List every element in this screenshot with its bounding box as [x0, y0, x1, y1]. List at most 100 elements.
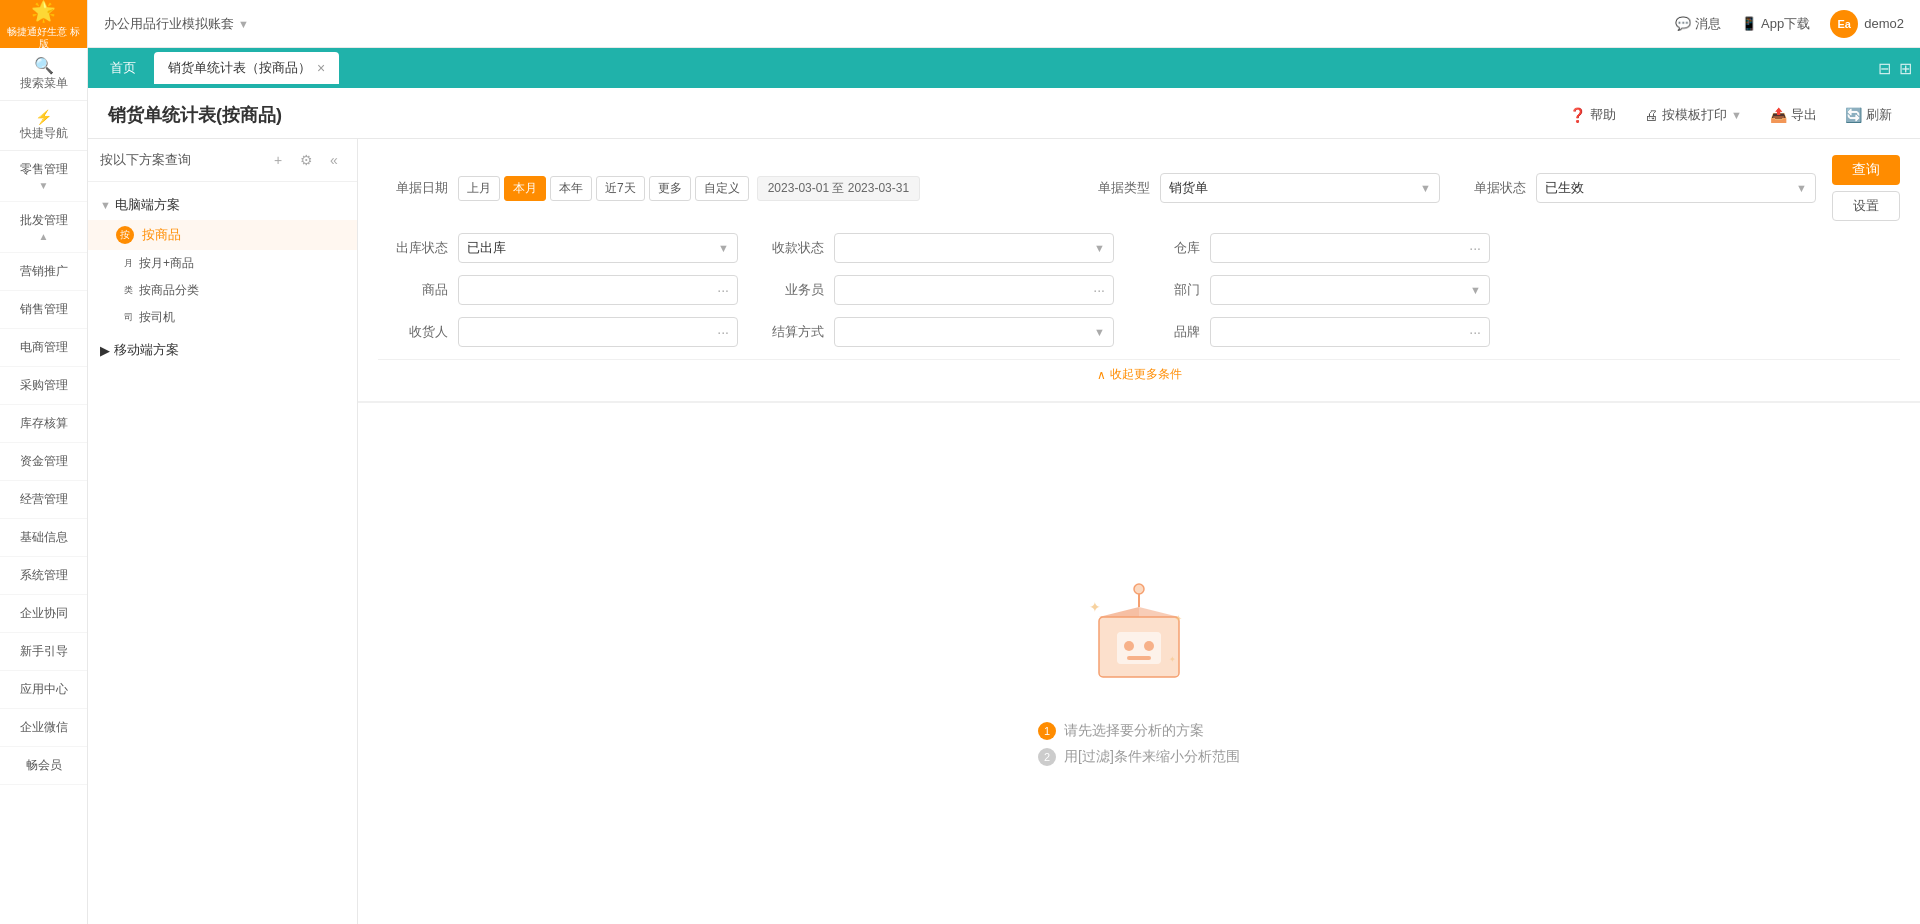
app-logo-text: 畅捷通好生意 标版: [4, 26, 83, 50]
tree-item-by-category[interactable]: 类 按商品分类: [88, 277, 357, 304]
sidebar-item-newbie[interactable]: 新手引导: [0, 633, 87, 671]
user-name: demo2: [1864, 16, 1904, 31]
date-btn-7days[interactable]: 近7天: [596, 176, 645, 201]
sidebar-item-ecommerce[interactable]: 电商管理: [0, 329, 87, 367]
hint1-num: 1: [1038, 722, 1056, 740]
sidebar-quick-nav[interactable]: ⚡ 快捷导航: [0, 101, 87, 151]
message-btn[interactable]: 💬 消息: [1675, 15, 1721, 33]
date-label: 单据日期: [378, 179, 458, 197]
date-btn-this-month[interactable]: 本月: [504, 176, 546, 201]
sidebar-item-purchase[interactable]: 采购管理: [0, 367, 87, 405]
date-btn-more[interactable]: 更多: [649, 176, 691, 201]
mobile-section-arrow-icon: ▶: [100, 343, 110, 358]
dept-select[interactable]: ▼: [1210, 275, 1490, 305]
tabs-bar: 首页 销货单统计表（按商品） × ⊟ ⊞: [88, 48, 1920, 88]
empty-hint-2: 2 用[过滤]条件来缩小分析范围: [1038, 748, 1240, 766]
empty-text: 1 请先选择要分析的方案 2 用[过滤]条件来缩小分析范围: [1038, 722, 1240, 766]
message-label: 消息: [1695, 15, 1721, 33]
user-info[interactable]: Ea demo2: [1830, 10, 1904, 38]
sidebar-item-appcenter[interactable]: 应用中心: [0, 671, 87, 709]
panel-title: 按以下方案查询: [100, 151, 261, 169]
help-btn[interactable]: ❓ 帮助: [1561, 102, 1624, 128]
app-name-text: 办公用品行业模拟账套: [104, 15, 234, 33]
svg-marker-2: [1139, 607, 1179, 617]
top-header-right: 💬 消息 📱 App下载 Ea demo2: [1675, 10, 1904, 38]
svg-marker-1: [1099, 607, 1139, 617]
sidebar-item-finance[interactable]: 资金管理: [0, 443, 87, 481]
sidebar-search[interactable]: 🔍 搜索菜单: [0, 48, 87, 101]
tree-section-pc-header[interactable]: ▼ 电脑端方案: [88, 190, 357, 220]
date-btn-last-month[interactable]: 上月: [458, 176, 500, 201]
by-category-label: 按商品分类: [139, 282, 199, 299]
set-btn[interactable]: 设置: [1832, 191, 1900, 221]
sidebar-item-operations[interactable]: 经营管理: [0, 481, 87, 519]
edit-plan-btn[interactable]: ⚙: [295, 149, 317, 171]
hint1-text: 请先选择要分析的方案: [1064, 722, 1204, 740]
collapse-filter-btn[interactable]: ∧ 收起更多条件: [378, 359, 1900, 389]
date-btn-this-year[interactable]: 本年: [550, 176, 592, 201]
salesperson-input[interactable]: ···: [834, 275, 1114, 305]
sidebar-item-system[interactable]: 系统管理: [0, 557, 87, 595]
by-product-icon: 按: [116, 226, 134, 244]
product-label: 商品: [378, 281, 458, 299]
doc-status-select[interactable]: 已生效 ▼: [1536, 173, 1816, 203]
refresh-btn[interactable]: 🔄 刷新: [1837, 102, 1900, 128]
hint2-num: 2: [1038, 748, 1056, 766]
print-arrow-icon: ▼: [1731, 109, 1742, 121]
filter-row-3: 商品 ··· 业务员 ··· 部门 ▼: [378, 275, 1900, 305]
help-label: 帮助: [1590, 106, 1616, 124]
query-btn[interactable]: 查询: [1832, 155, 1900, 185]
svg-point-5: [1124, 641, 1134, 651]
tabs-bar-right: ⊟ ⊞: [1878, 59, 1912, 78]
add-plan-btn[interactable]: +: [267, 149, 289, 171]
by-category-icon: 类: [124, 284, 133, 297]
sidebar-item-marketing[interactable]: 营销推广: [0, 253, 87, 291]
refresh-label: 刷新: [1866, 106, 1892, 124]
sidebar-item-inventory[interactable]: 库存核算: [0, 405, 87, 443]
by-month-product-icon: 月: [124, 257, 133, 270]
sidebar-item-enterprise[interactable]: 企业协同: [0, 595, 87, 633]
payment-label: 结算方式: [754, 323, 834, 341]
print-btn[interactable]: 🖨 按模板打印 ▼: [1636, 102, 1750, 128]
tab-minimize-icon[interactable]: ⊟: [1878, 59, 1891, 78]
collapse-label: 收起更多条件: [1110, 366, 1182, 383]
tab-home[interactable]: 首页: [96, 52, 150, 84]
export-btn[interactable]: 📤 导出: [1762, 102, 1825, 128]
sidebar-item-member[interactable]: 畅会员: [0, 747, 87, 785]
tree-section-mobile-header[interactable]: ▶ 移动端方案: [88, 335, 357, 365]
tree-item-by-product[interactable]: 按 按商品: [88, 220, 357, 250]
tab-home-label: 首页: [110, 59, 136, 77]
brand-input[interactable]: ···: [1210, 317, 1490, 347]
tree-section-pc: ▼ 电脑端方案 按 按商品 月 按月+商品 类: [88, 190, 357, 331]
svg-point-9: [1134, 584, 1144, 594]
tree-item-by-month-product[interactable]: 月 按月+商品: [88, 250, 357, 277]
tab-expand-icon[interactable]: ⊞: [1899, 59, 1912, 78]
pc-section-label: 电脑端方案: [115, 196, 180, 214]
recipient-input[interactable]: ···: [458, 317, 738, 347]
tab-close-icon[interactable]: ×: [317, 61, 325, 75]
download-icon: 📱: [1741, 16, 1757, 31]
date-range-display: 2023-03-01 至 2023-03-31: [757, 176, 920, 201]
retail-label: 零售管理: [20, 161, 68, 178]
doc-type-select[interactable]: 销货单 ▼: [1160, 173, 1440, 203]
sidebar-item-retail[interactable]: 零售管理 ▼: [0, 151, 87, 202]
by-month-product-label: 按月+商品: [139, 255, 194, 272]
collect-status-select[interactable]: ▼: [834, 233, 1114, 263]
warehouse-input[interactable]: ···: [1210, 233, 1490, 263]
recipient-dots-icon: ···: [717, 324, 729, 340]
collapse-panel-btn[interactable]: «: [323, 149, 345, 171]
sidebar-item-basic[interactable]: 基础信息: [0, 519, 87, 557]
app-download-btn[interactable]: 📱 App下载: [1741, 15, 1810, 33]
product-input[interactable]: ···: [458, 275, 738, 305]
mobile-section-label: 移动端方案: [114, 341, 179, 359]
sidebar-item-sales[interactable]: 销售管理: [0, 291, 87, 329]
sidebar-item-wechat[interactable]: 企业微信: [0, 709, 87, 747]
date-btn-custom[interactable]: 自定义: [695, 176, 749, 201]
tab-sales-stat[interactable]: 销货单统计表（按商品） ×: [154, 52, 339, 84]
doc-status-arrow-icon: ▼: [1796, 182, 1807, 194]
payment-select[interactable]: ▼: [834, 317, 1114, 347]
sidebar-item-wholesale[interactable]: 批发管理 ▲: [0, 202, 87, 253]
payment-arrow-icon: ▼: [1094, 326, 1105, 338]
tree-item-by-cashier[interactable]: 司 按司机: [88, 304, 357, 331]
out-status-select[interactable]: 已出库 ▼: [458, 233, 738, 263]
